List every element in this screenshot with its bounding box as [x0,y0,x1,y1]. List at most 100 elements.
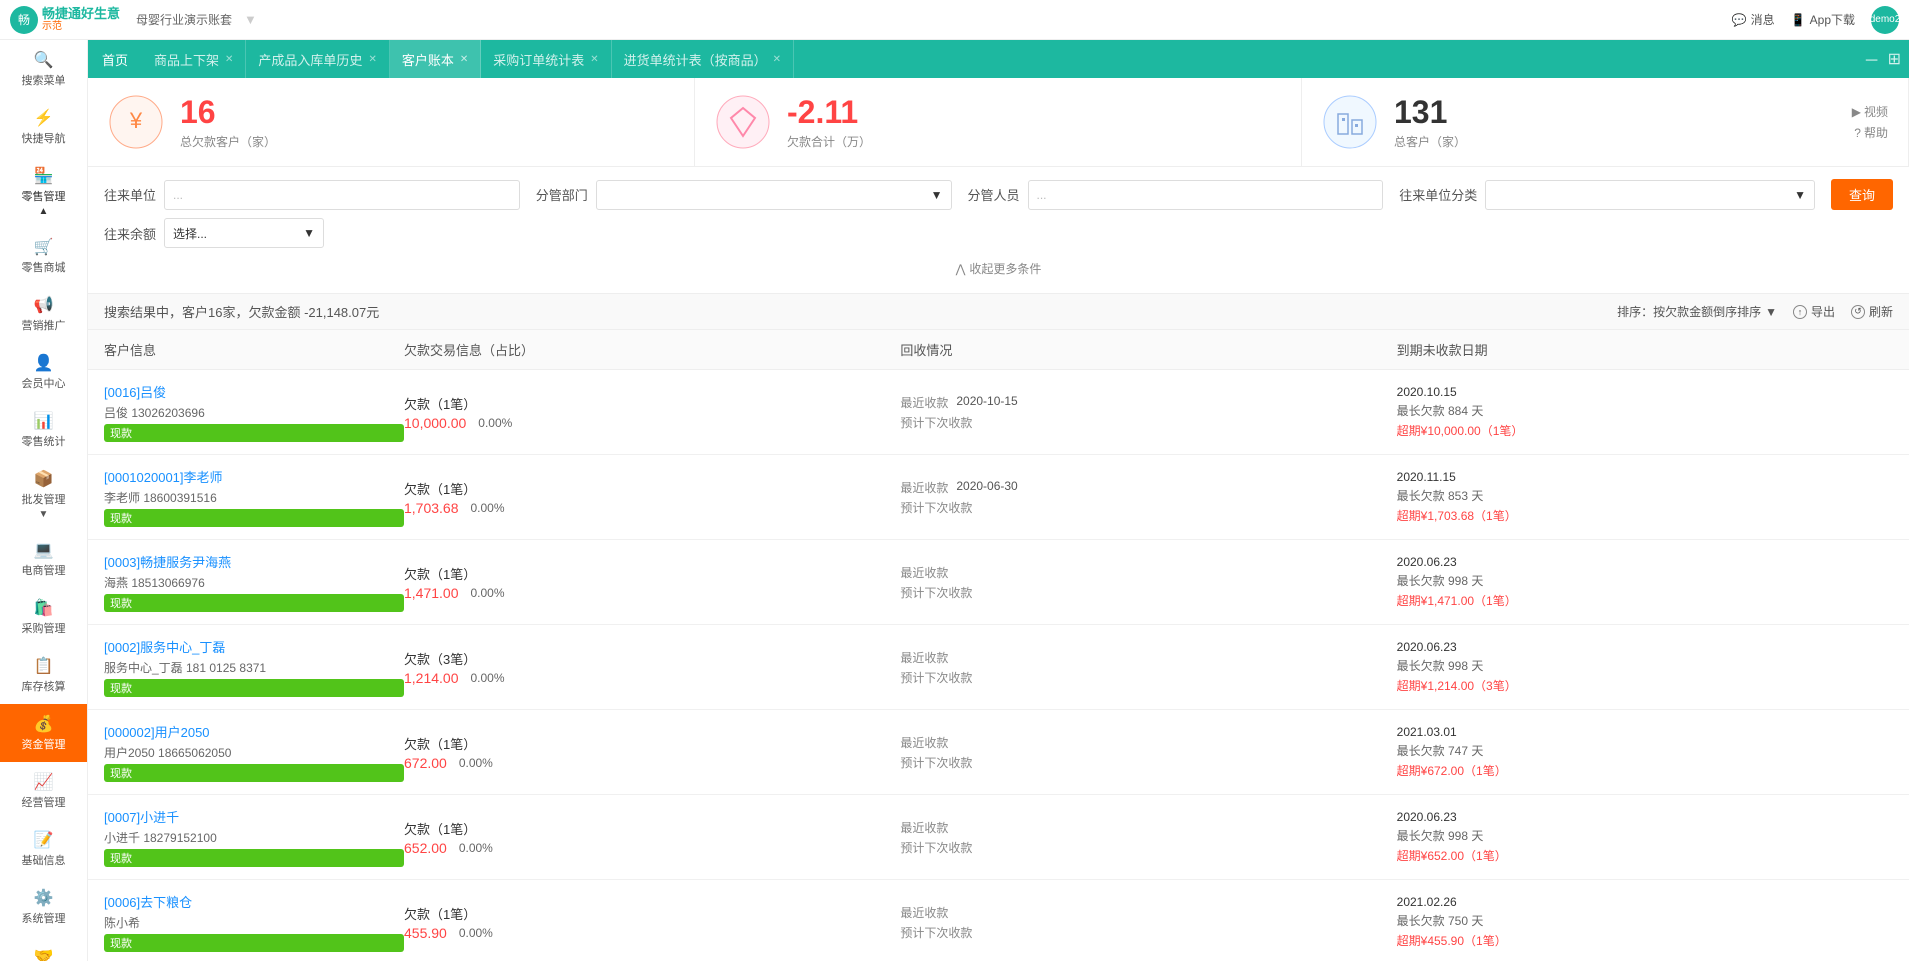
overdue-amount-3[interactable]: 超期¥1,471.00（1笔） [1397,592,1893,609]
export-button[interactable]: ↑ 导出 [1793,303,1835,320]
overdue-info-2: 2020.11.15 最长欠款 853 天 超期¥1,703.68（1笔） [1397,470,1893,524]
customer-name-3[interactable]: [0003]畅捷服务尹海燕 [104,552,404,571]
overdue-days-6: 最长欠款 998 天 [1397,827,1893,844]
customer-tag-3: 现款 [104,594,404,612]
overdue-amount-4[interactable]: 超期¥1,214.00（3笔） [1397,677,1893,694]
supplier-input[interactable]: ... [164,180,520,210]
sidebar-item-retail-mgmt[interactable]: 🏪 零售管理 ▲ [0,156,87,227]
stat-icon-diamond [715,94,771,150]
customer-tag-5: 现款 [104,764,404,782]
app-wrapper: 畅 畅捷通好生意 示范 母婴行业演示账套 ▼ 💬 消息 📱 App下载 [0,0,1909,961]
overdue-date-3: 2020.06.23 [1397,555,1893,569]
tab-home[interactable]: 首页 [88,50,142,69]
tab-minimize-icon[interactable]: － [1864,47,1880,71]
debt-row-7: 欠款（1笔） [404,904,900,923]
balance-select[interactable]: 选择... ▼ [164,218,324,248]
category-select[interactable]: ▼ [1485,180,1815,210]
customer-name-2[interactable]: [0001020001]李老师 [104,467,404,486]
customer-name-1[interactable]: [0016]吕俊 [104,382,404,401]
customer-tag-2: 现款 [104,509,404,527]
sidebar-item-retail-mall[interactable]: 🛒 零售商城 [0,227,87,285]
debt-amount-2: 1,703.68 [404,500,459,516]
filter-item-person: 分管人员 ... [968,180,1384,210]
overdue-amount-7[interactable]: 超期¥455.90（1笔） [1397,932,1893,949]
sidebar-item-basic-info[interactable]: 📝 基础信息 [0,820,87,878]
overdue-amount-5[interactable]: 超期¥672.00（1笔） [1397,762,1893,779]
sidebar-label-retail-stats: 零售统计 [22,433,66,449]
debt-amount-6: 652.00 [404,840,447,856]
sidebar-item-member[interactable]: 👤 会员中心 [0,343,87,401]
sidebar-label-ecommerce: 电商管理 [22,562,66,578]
sidebar-item-ecommerce[interactable]: 💻 电商管理 [0,530,87,588]
tab-customer-account[interactable]: 客户账本 ✕ [390,40,481,78]
sidebar-item-marketing[interactable]: 📢 营销推广 [0,285,87,343]
customer-name-5[interactable]: [000002]用户2050 [104,722,404,741]
customer-tag-1: 现款 [104,424,404,442]
sidebar-item-system[interactable]: ⚙️ 系统管理 [0,878,87,936]
tab-purchase-goods-stats-close[interactable]: ✕ [773,54,781,65]
store-arrow: ▼ [244,12,257,27]
customer-info-3: [0003]畅捷服务尹海燕 海燕 18513066976 现款 [104,552,404,612]
dept-select[interactable]: ▼ [596,180,952,210]
tab-goods-listing-close[interactable]: ✕ [225,54,233,65]
refresh-button[interactable]: ↺ 刷新 [1851,303,1893,320]
sidebar-label-inventory: 库存核算 [22,678,66,694]
tab-customer-account-close[interactable]: ✕ [460,54,468,65]
debt-count-4: 欠款（3笔） [404,649,476,668]
data-table: 客户信息 欠款交易信息（占比） 回收情况 到期未收款日期 [0016]吕俊 吕俊… [88,330,1909,961]
tab-product-history-close[interactable]: ✕ [368,54,376,65]
finance-icon: 💰 [34,714,54,734]
sidebar-item-inventory[interactable]: 📋 库存核算 [0,646,87,704]
sidebar-label-retail-mgmt: 零售管理 [22,188,66,204]
search-icon: 🔍 [34,50,54,70]
customer-info-7: [0006]去下粮仓 陈小希 现款 [104,892,404,952]
last-collection-row-6: 最近收款 [900,819,1396,836]
collapse-btn[interactable]: ⋀ 收起更多条件 [104,256,1893,281]
debt-amount-row-7: 455.90 0.00% [404,925,900,941]
customer-phone-2: 李老师 18600391516 [104,489,404,506]
customer-name-7[interactable]: [0006]去下粮仓 [104,892,404,911]
sort-button[interactable]: 排序：按欠款金额倒序排序 ▼ [1617,303,1777,320]
sidebar-item-retail-stats[interactable]: 📊 零售统计 [0,401,87,459]
enterprise-coop-icon: 🤝 [34,946,54,961]
tab-product-history[interactable]: 产成品入库单历史 ✕ [246,40,389,78]
dept-select-arrow: ▼ [931,188,943,202]
customer-name-6[interactable]: [0007]小进千 [104,807,404,826]
overdue-amount-6[interactable]: 超期¥652.00（1笔） [1397,847,1893,864]
sidebar-item-operations[interactable]: 📈 经营管理 [0,762,87,820]
avatar: demo2 [1871,6,1899,34]
tab-goods-listing[interactable]: 商品上下架 ✕ [142,40,246,78]
sidebar-item-purchase[interactable]: 🛍️ 采购管理 [0,588,87,646]
sidebar-item-quick-nav[interactable]: ⚡ 快捷导航 [0,98,87,156]
message-btn[interactable]: 💬 消息 [1732,11,1775,28]
tab-purchase-stats-close[interactable]: ✕ [590,54,598,65]
user-menu[interactable]: demo2 [1871,6,1899,34]
sidebar-item-finance[interactable]: 💰 资金管理 [0,704,87,762]
debt-amount-3: 1,471.00 [404,585,459,601]
customer-name-4[interactable]: [0002]服务中心_丁磊 [104,637,404,656]
filter-label-balance: 往来余额 [104,224,156,243]
debt-count-2: 欠款（1笔） [404,479,476,498]
sidebar-item-search[interactable]: 🔍 搜索菜单 [0,40,87,98]
video-btn[interactable]: ▶ 视频 [1852,103,1888,120]
app-download-btn[interactable]: 📱 App下载 [1791,11,1855,28]
sidebar-item-batch-mgmt[interactable]: 📦 批发管理 ▼ [0,459,87,530]
overdue-amount-2[interactable]: 超期¥1,703.68（1笔） [1397,507,1893,524]
system-icon: ⚙️ [34,888,54,908]
overdue-date-5: 2021.03.01 [1397,725,1893,739]
tab-maximize-icon[interactable]: ⊞ [1888,49,1901,69]
sort-arrow-icon: ▼ [1765,305,1777,319]
customer-phone-5: 用户2050 18665062050 [104,744,404,761]
tab-purchase-goods-stats[interactable]: 进货单统计表（按商品） ✕ [612,40,794,78]
debt-count-7: 欠款（1笔） [404,904,476,923]
stat-info-owed-customers: 16 总欠款客户（家） [180,94,276,150]
help-btn[interactable]: ? 帮助 [1854,124,1888,141]
sidebar-item-enterprise-coop[interactable]: 🤝 企业协同 [0,936,87,961]
debt-count-5: 欠款（1笔） [404,734,476,753]
overdue-amount-1[interactable]: 超期¥10,000.00（1笔） [1397,422,1893,439]
person-input[interactable]: ... [1028,180,1384,210]
overdue-days-4: 最长欠款 998 天 [1397,657,1893,674]
debt-amount-row-4: 1,214.00 0.00% [404,670,900,686]
search-button[interactable]: 查询 [1831,179,1893,210]
tab-purchase-stats[interactable]: 采购订单统计表 ✕ [481,40,611,78]
